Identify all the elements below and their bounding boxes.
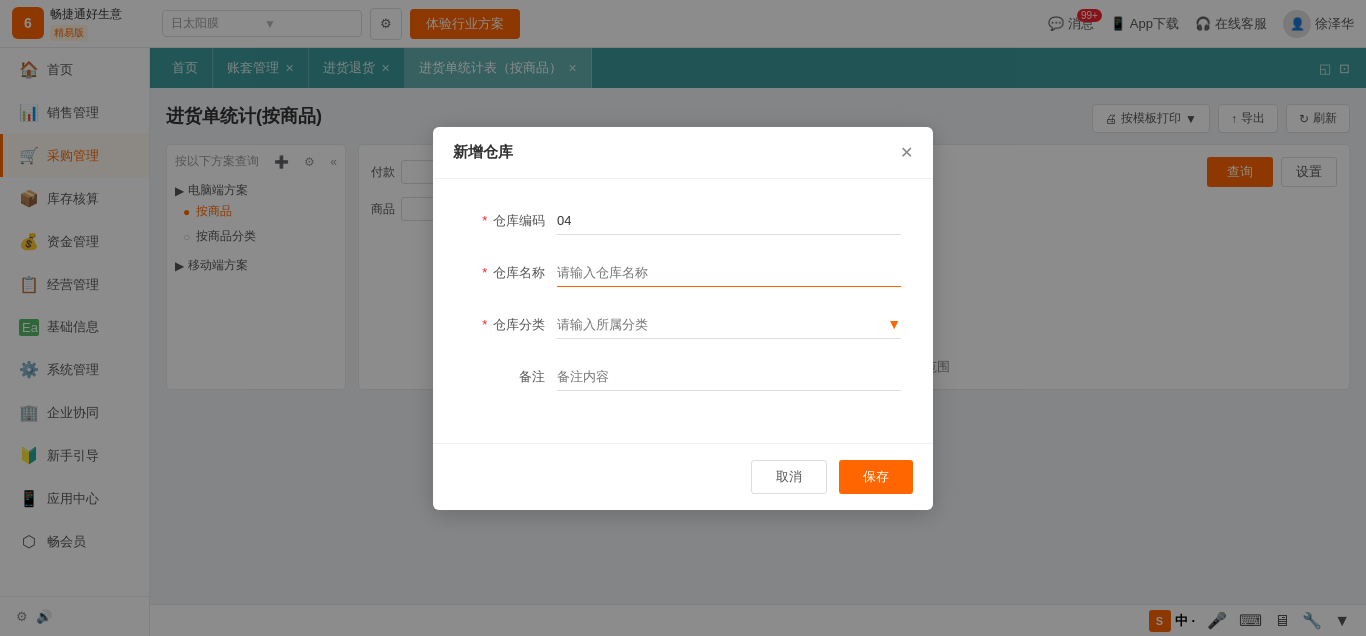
warehouse-category-row: * 仓库分类 ▼: [465, 311, 901, 339]
warehouse-category-label: * 仓库分类: [465, 316, 545, 334]
required-mark-category: *: [482, 317, 487, 332]
warehouse-code-label: * 仓库编码: [465, 212, 545, 230]
warehouse-name-row: * 仓库名称: [465, 259, 901, 287]
warehouse-category-select-row: ▼: [557, 311, 901, 339]
cancel-button[interactable]: 取消: [751, 460, 827, 494]
warehouse-code-row: * 仓库编码: [465, 207, 901, 235]
new-warehouse-dialog: 新增仓库 ✕ * 仓库编码 * 仓库名称: [433, 127, 933, 510]
dialog-body: * 仓库编码 * 仓库名称 * 仓库分类: [433, 179, 933, 443]
warehouse-remark-row: 备注: [465, 363, 901, 391]
save-button[interactable]: 保存: [839, 460, 913, 494]
warehouse-name-label: * 仓库名称: [465, 264, 545, 282]
warehouse-name-input[interactable]: [557, 259, 901, 287]
dialog-footer: 取消 保存: [433, 443, 933, 510]
required-mark-code: *: [482, 213, 487, 228]
dialog-header: 新增仓库 ✕: [433, 127, 933, 179]
warehouse-category-input[interactable]: [557, 311, 887, 338]
dialog-title: 新增仓库: [453, 143, 513, 162]
warehouse-code-input[interactable]: [557, 207, 901, 235]
warehouse-remark-label: 备注: [465, 368, 545, 386]
required-mark-name: *: [482, 265, 487, 280]
dialog-close-button[interactable]: ✕: [900, 143, 913, 162]
modal-overlay: 新增仓库 ✕ * 仓库编码 * 仓库名称: [0, 0, 1366, 636]
category-dropdown-arrow[interactable]: ▼: [887, 316, 901, 332]
warehouse-remark-input[interactable]: [557, 363, 901, 391]
